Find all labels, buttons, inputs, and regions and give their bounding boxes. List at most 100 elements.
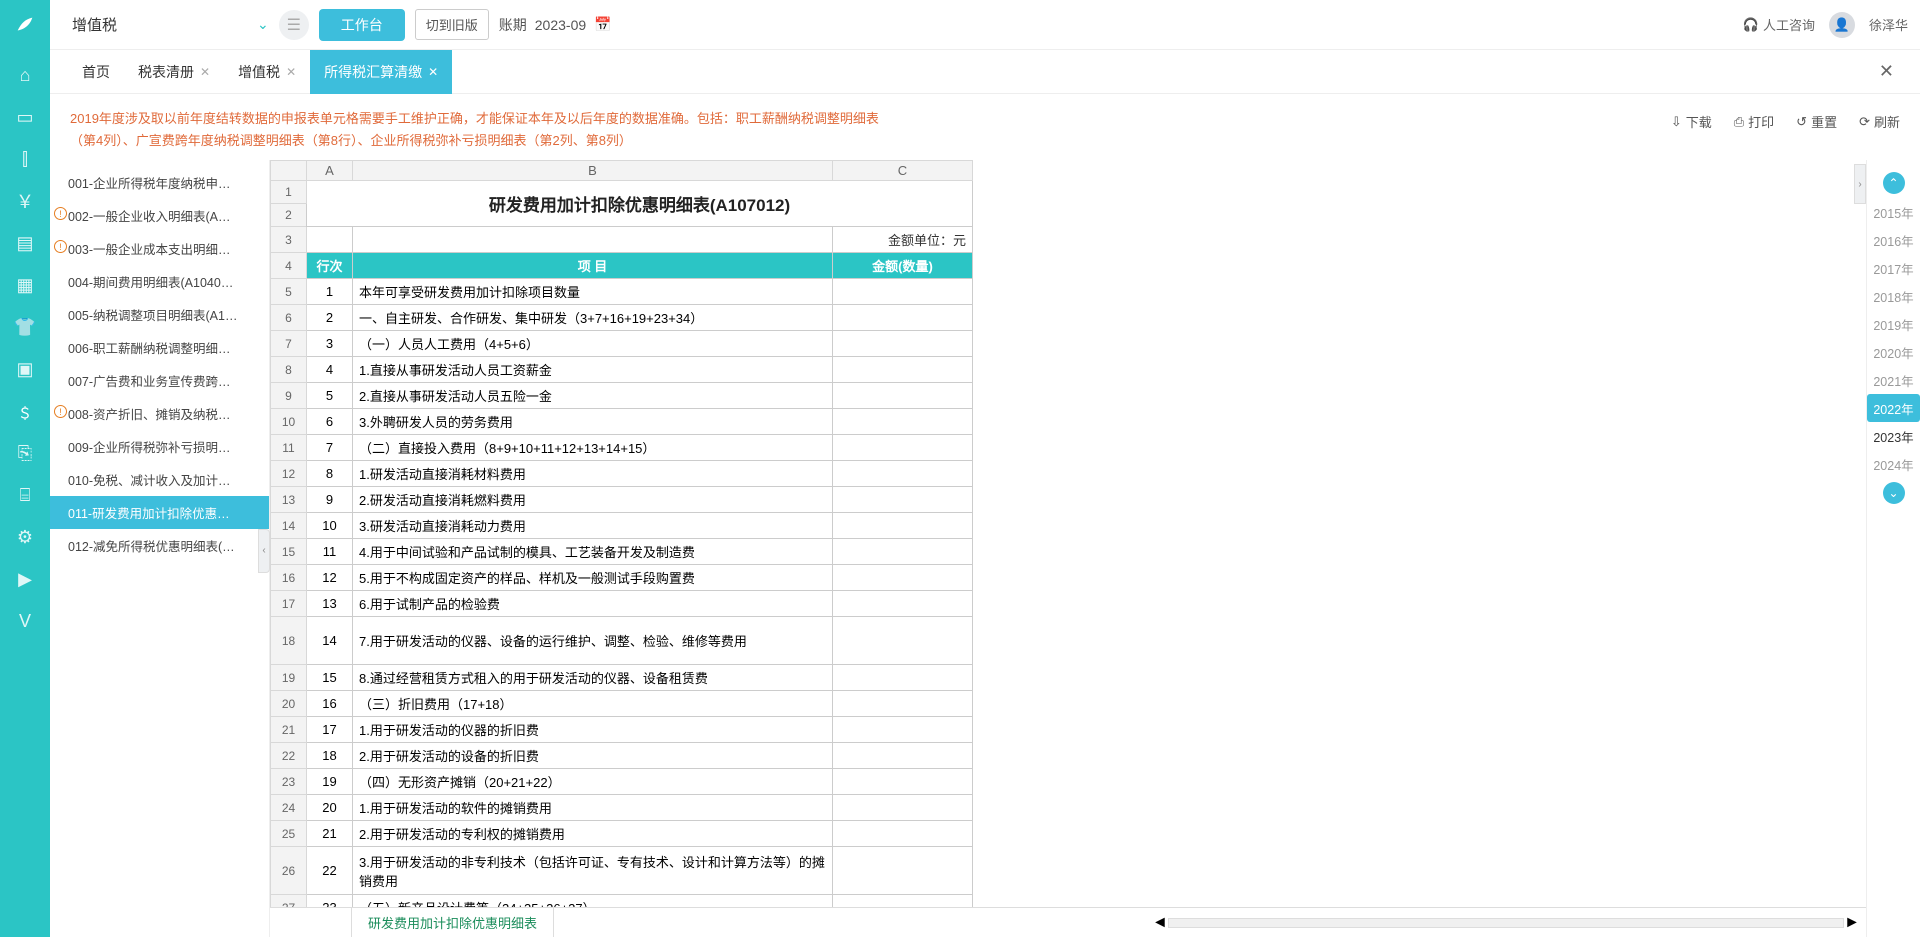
seq-cell[interactable]: 14 bbox=[307, 617, 353, 665]
item-cell[interactable]: 2.研发活动直接消耗燃料费用 bbox=[353, 487, 833, 513]
app-logo[interactable] bbox=[0, 0, 50, 50]
workbench-button[interactable]: 工作台 bbox=[319, 9, 405, 41]
amount-cell[interactable] bbox=[833, 435, 973, 461]
item-cell[interactable]: 3.外聘研发人员的劳务费用 bbox=[353, 409, 833, 435]
row-num[interactable]: 22 bbox=[271, 743, 307, 769]
seq-cell[interactable]: 18 bbox=[307, 743, 353, 769]
seq-cell[interactable]: 3 bbox=[307, 331, 353, 357]
row-num[interactable]: 18 bbox=[271, 617, 307, 665]
item-cell[interactable]: 2.用于研发活动的设备的折旧费 bbox=[353, 743, 833, 769]
item-cell[interactable]: （二）直接投入费用（8+9+10+11+12+13+14+15） bbox=[353, 435, 833, 461]
year-2016年[interactable]: 2016年 bbox=[1873, 226, 1913, 254]
seq-cell[interactable]: 10 bbox=[307, 513, 353, 539]
close-icon[interactable]: ✕ bbox=[428, 65, 438, 79]
year-2019年[interactable]: 2019年 bbox=[1873, 310, 1913, 338]
item-cell[interactable]: 一、自主研发、合作研发、集中研发（3+7+16+19+23+34） bbox=[353, 305, 833, 331]
inbox-icon[interactable]: ⌸ bbox=[14, 484, 36, 506]
amount-cell[interactable] bbox=[833, 331, 973, 357]
consult-link[interactable]: 🎧人工咨询 bbox=[1743, 15, 1815, 34]
amount-cell[interactable] bbox=[833, 769, 973, 795]
row-num[interactable]: 9 bbox=[271, 383, 307, 409]
row-num[interactable]: 13 bbox=[271, 487, 307, 513]
amount-cell[interactable] bbox=[833, 565, 973, 591]
row-num[interactable]: 10 bbox=[271, 409, 307, 435]
col-header[interactable]: C bbox=[833, 161, 973, 181]
amount-cell[interactable] bbox=[833, 717, 973, 743]
close-all-tabs[interactable]: ✕ bbox=[1871, 57, 1902, 86]
year-2023年[interactable]: 2023年 bbox=[1873, 422, 1913, 450]
year-2018年[interactable]: 2018年 bbox=[1873, 282, 1913, 310]
year-2021年[interactable]: 2021年 bbox=[1873, 366, 1913, 394]
chart-icon[interactable]: ⫿ bbox=[14, 148, 36, 170]
amount-cell[interactable] bbox=[833, 539, 973, 565]
item-cell[interactable]: 7.用于研发活动的仪器、设备的运行维护、调整、检验、维修等费用 bbox=[353, 617, 833, 665]
item-cell[interactable]: 5.用于不构成固定资产的样品、样机及一般测试手段购置费 bbox=[353, 565, 833, 591]
tax-type-select[interactable]: 增值税 ⌄ bbox=[72, 14, 269, 35]
seq-cell[interactable]: 4 bbox=[307, 357, 353, 383]
amount-cell[interactable] bbox=[833, 821, 973, 847]
seq-cell[interactable]: 11 bbox=[307, 539, 353, 565]
seq-cell[interactable]: 22 bbox=[307, 847, 353, 895]
reset-button[interactable]: ↺重置 bbox=[1796, 112, 1837, 131]
amount-cell[interactable] bbox=[833, 513, 973, 539]
amount-cell[interactable] bbox=[833, 357, 973, 383]
tab-首页[interactable]: 首页 bbox=[68, 50, 124, 94]
amount-cell[interactable] bbox=[833, 409, 973, 435]
item-cell[interactable]: 1.用于研发活动的仪器的折旧费 bbox=[353, 717, 833, 743]
sheet-tab[interactable]: 研发费用加计扣除优惠明细表 bbox=[352, 908, 554, 937]
item-cell[interactable]: （三）折旧费用（17+18） bbox=[353, 691, 833, 717]
row-num[interactable]: 27 bbox=[271, 895, 307, 908]
form-list-item[interactable]: 009-企业所得税弥补亏损明… bbox=[50, 430, 269, 463]
form-list-item[interactable]: 003-一般企业成本支出明细… bbox=[50, 232, 269, 265]
seq-cell[interactable]: 15 bbox=[307, 665, 353, 691]
switch-old-button[interactable]: 切到旧版 bbox=[415, 9, 489, 40]
sheet-grid[interactable]: ABC1研发费用加计扣除优惠明细表(A107012)23金额单位：元4行次项 目… bbox=[270, 160, 1866, 907]
form-list-item[interactable]: 002-一般企业收入明细表(A… bbox=[50, 199, 269, 232]
row-num[interactable]: 20 bbox=[271, 691, 307, 717]
horizontal-scrollbar[interactable]: ◄► bbox=[1146, 917, 1866, 929]
item-cell[interactable]: 1.用于研发活动的软件的摊销费用 bbox=[353, 795, 833, 821]
seq-cell[interactable]: 21 bbox=[307, 821, 353, 847]
avatar[interactable]: 👤 bbox=[1829, 12, 1855, 38]
year-scroll-down[interactable]: ⌄ bbox=[1883, 482, 1905, 504]
row-num[interactable]: 25 bbox=[271, 821, 307, 847]
row-num[interactable]: 5 bbox=[271, 279, 307, 305]
seq-cell[interactable]: 12 bbox=[307, 565, 353, 591]
grid-icon[interactable]: ▣ bbox=[14, 358, 36, 380]
year-2022年[interactable]: 2022年 bbox=[1867, 394, 1919, 422]
money-icon[interactable]: ￥ bbox=[14, 190, 36, 212]
item-cell[interactable]: （五）新产品设计费等（24+25+26+27） bbox=[353, 895, 833, 908]
year-2024年[interactable]: 2024年 bbox=[1873, 450, 1913, 478]
seq-cell[interactable]: 9 bbox=[307, 487, 353, 513]
save-icon[interactable]: ⎘ bbox=[14, 442, 36, 464]
amount-cell[interactable] bbox=[833, 895, 973, 908]
amount-cell[interactable] bbox=[833, 691, 973, 717]
video-icon[interactable]: ▶ bbox=[14, 568, 36, 590]
amount-cell[interactable] bbox=[833, 795, 973, 821]
item-cell[interactable]: 3.研发活动直接消耗动力费用 bbox=[353, 513, 833, 539]
row-num[interactable]: 14 bbox=[271, 513, 307, 539]
tab-所得税汇算清缴[interactable]: 所得税汇算清缴✕ bbox=[310, 50, 452, 94]
refresh-button[interactable]: ⟳刷新 bbox=[1859, 112, 1900, 131]
row-num[interactable]: 17 bbox=[271, 591, 307, 617]
form-list-item[interactable]: 012-减免所得税优惠明细表(… bbox=[50, 529, 269, 562]
item-cell[interactable]: （一）人员人工费用（4+5+6） bbox=[353, 331, 833, 357]
seq-cell[interactable]: 17 bbox=[307, 717, 353, 743]
row-num[interactable]: 24 bbox=[271, 795, 307, 821]
amount-cell[interactable] bbox=[833, 305, 973, 331]
calendar-icon[interactable]: 📅 bbox=[594, 16, 611, 33]
form-list-item[interactable]: 004-期间费用明细表(A1040… bbox=[50, 265, 269, 298]
item-cell[interactable]: 3.用于研发活动的非专利技术（包括许可证、专有技术、设计和计算方法等）的摊销费用 bbox=[353, 847, 833, 895]
seq-cell[interactable]: 7 bbox=[307, 435, 353, 461]
item-cell[interactable]: 6.用于试制产品的检验费 bbox=[353, 591, 833, 617]
row-num[interactable]: 6 bbox=[271, 305, 307, 331]
item-cell[interactable]: 2.直接从事研发活动人员五险一金 bbox=[353, 383, 833, 409]
year-2017年[interactable]: 2017年 bbox=[1873, 254, 1913, 282]
col-header[interactable]: B bbox=[353, 161, 833, 181]
row-num[interactable]: 21 bbox=[271, 717, 307, 743]
item-cell[interactable]: 4.用于中间试验和产品试制的模具、工艺装备开发及制造费 bbox=[353, 539, 833, 565]
amount-cell[interactable] bbox=[833, 279, 973, 305]
row-num[interactable]: 7 bbox=[271, 331, 307, 357]
item-cell[interactable]: 本年可享受研发费用加计扣除项目数量 bbox=[353, 279, 833, 305]
seq-cell[interactable]: 19 bbox=[307, 769, 353, 795]
